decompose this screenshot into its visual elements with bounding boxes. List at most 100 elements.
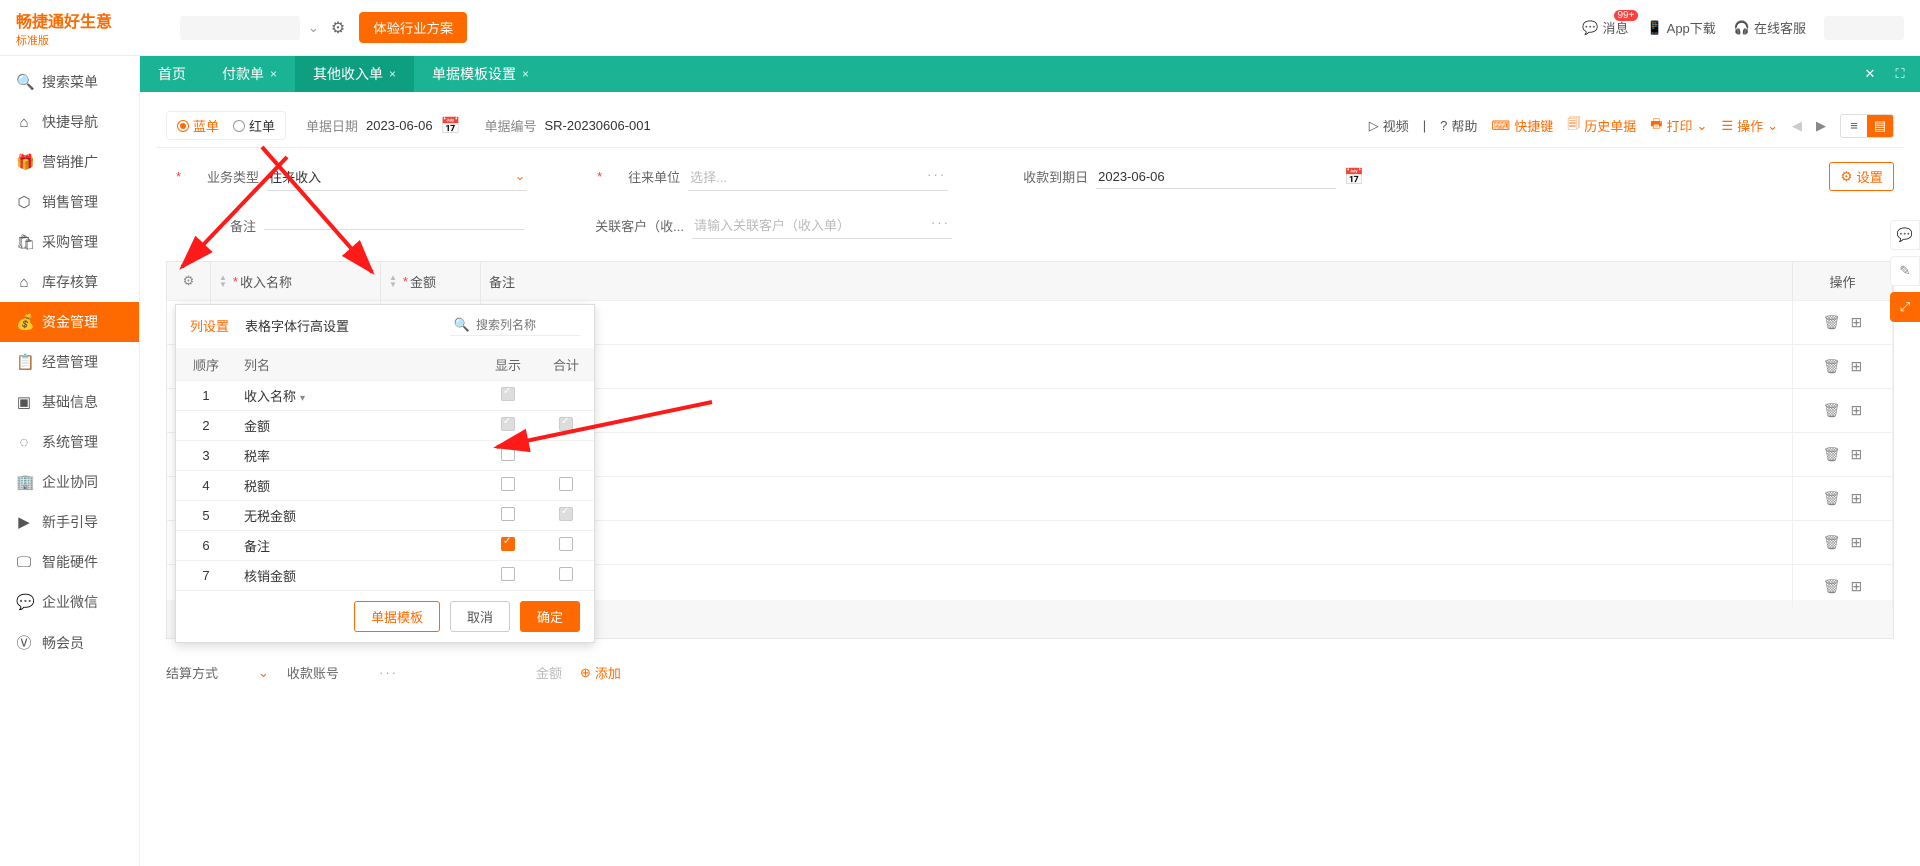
settings-button[interactable]: ⚙设置 [1829, 162, 1894, 191]
checkbox[interactable] [559, 567, 573, 581]
sidebar-label: 畅会员 [42, 633, 84, 653]
popup-tab-columns[interactable]: 列设置 [190, 316, 229, 335]
popup-template-button[interactable]: 单据模板 [354, 601, 440, 632]
close-icon[interactable]: × [389, 67, 396, 81]
history-link[interactable]: 🗐历史单据 [1567, 115, 1636, 137]
popup-search-input[interactable] [476, 318, 576, 332]
add-row-icon[interactable]: ⊞ [1851, 534, 1863, 551]
sidebar-item-10[interactable]: 🏢企业协同 [0, 462, 139, 502]
sidebar-item-12[interactable]: 🖵智能硬件 [0, 542, 139, 582]
chevron-down-icon[interactable]: ▾ [300, 393, 305, 404]
delete-icon[interactable]: 🗑 [1823, 358, 1841, 375]
print-link[interactable]: 🖶打印⌄ [1650, 115, 1707, 137]
phone-icon: 📱 [1646, 20, 1662, 36]
add-row-icon[interactable]: ⊞ [1851, 490, 1863, 507]
sidebar-item-7[interactable]: 📋经营管理 [0, 342, 139, 382]
checkbox[interactable] [501, 507, 515, 521]
ellipsis-icon[interactable]: ··· [931, 215, 950, 234]
col-income-name[interactable]: ▲▼*收入名称 [211, 262, 381, 300]
app-download-link[interactable]: 📱 App下载 [1646, 18, 1715, 37]
sidebar-item-8[interactable]: ▣基础信息 [0, 382, 139, 422]
add-row-icon[interactable]: ⊞ [1851, 578, 1863, 595]
close-icon[interactable]: × [270, 67, 277, 81]
company-name-placeholder[interactable] [180, 16, 300, 40]
sidebar-item-11[interactable]: ▶新手引导 [0, 502, 139, 542]
add-link[interactable]: ⊕添加 [580, 663, 621, 682]
popup-tab-font-row[interactable]: 表格字体行高设置 [245, 316, 349, 335]
col-remark[interactable]: 备注 [481, 262, 1793, 300]
related-customer-input[interactable]: 请输入关联客户（收入单）··· [692, 211, 952, 239]
doc-date-value[interactable]: 2023-06-06 [366, 118, 433, 133]
checkbox[interactable] [559, 477, 573, 491]
column-settings-gear[interactable]: ⚙ [167, 262, 211, 300]
messages-link[interactable]: 💬 消息 99+ [1582, 18, 1628, 37]
video-link[interactable]: ▷视频 [1369, 116, 1409, 135]
ellipsis-icon[interactable]: ··· [927, 167, 946, 186]
popup-row: 4税额 [176, 470, 594, 500]
sidebar-icon: 💰 [16, 313, 32, 331]
shortcut-link[interactable]: ⌨快捷键 [1491, 116, 1553, 135]
popup-ok-button[interactable]: 确定 [520, 601, 580, 632]
tab-1[interactable]: 付款单× [204, 56, 295, 92]
operate-link[interactable]: ☰操作⌄ [1721, 116, 1778, 135]
sidebar-item-3[interactable]: ⬡销售管理 [0, 182, 139, 222]
float-edit-icon[interactable]: ✎ [1890, 256, 1920, 286]
sidebar-label: 基础信息 [42, 392, 98, 412]
view-card-icon[interactable]: ▤ [1867, 115, 1893, 137]
add-row-icon[interactable]: ⊞ [1851, 402, 1863, 419]
checkbox[interactable] [501, 537, 515, 551]
delete-icon[interactable]: 🗑 [1823, 578, 1841, 595]
sidebar-item-0[interactable]: 🔍搜索菜单 [0, 62, 139, 102]
sidebar-item-13[interactable]: 💬企业微信 [0, 582, 139, 622]
checkbox[interactable] [501, 477, 515, 491]
col-amount[interactable]: ▲▼*金额 [381, 262, 481, 300]
tab-0[interactable]: 首页 [140, 56, 204, 92]
tab-2[interactable]: 其他收入单× [295, 56, 414, 92]
chevron-down-icon[interactable]: ⌄ [308, 20, 319, 36]
delete-icon[interactable]: 🗑 [1823, 402, 1841, 419]
checkbox[interactable] [501, 567, 515, 581]
sidebar-item-6[interactable]: 💰资金管理 [0, 302, 139, 342]
sidebar-item-2[interactable]: 🎁营销推广 [0, 142, 139, 182]
blue-slip-radio[interactable]: 蓝单 [177, 116, 219, 135]
due-date-input[interactable]: 2023-06-06 [1096, 165, 1336, 189]
try-industry-button[interactable]: 体验行业方案 [359, 12, 467, 43]
delete-icon[interactable]: 🗑 [1823, 314, 1841, 331]
float-expand-icon[interactable]: ⤢ [1890, 292, 1920, 322]
sidebar-item-9[interactable]: ◌系统管理 [0, 422, 139, 462]
help-link[interactable]: ?帮助 [1440, 116, 1477, 135]
float-chat-icon[interactable]: 💬 [1890, 220, 1920, 250]
delete-icon[interactable]: 🗑 [1823, 490, 1841, 507]
sidebar-item-4[interactable]: 🛍采购管理 [0, 222, 139, 262]
biz-type-input[interactable]: 往来收入⌄ [267, 163, 527, 191]
tab-close-icon[interactable]: ✕ [1858, 62, 1882, 86]
sidebar-icon: 🛍 [16, 233, 32, 251]
arrow-left-icon[interactable]: ◀ [1792, 118, 1802, 134]
add-row-icon[interactable]: ⊞ [1851, 446, 1863, 463]
settle-method-dropdown[interactable]: 结算方式⌄ [166, 663, 269, 682]
calendar-icon[interactable]: 📅 [441, 116, 461, 136]
red-slip-radio[interactable]: 红单 [233, 116, 275, 135]
close-icon[interactable]: × [522, 67, 529, 81]
delete-icon[interactable]: 🗑 [1823, 446, 1841, 463]
add-row-icon[interactable]: ⊞ [1851, 358, 1863, 375]
online-service-link[interactable]: 🎧 在线客服 [1734, 18, 1806, 37]
tab-expand-icon[interactable]: ⛶ [1888, 62, 1912, 86]
unit-input[interactable]: 选择...··· [688, 163, 948, 191]
calendar-icon[interactable]: 📅 [1344, 167, 1364, 187]
sidebar-item-5[interactable]: ⌂库存核算 [0, 262, 139, 302]
checkbox[interactable] [501, 447, 515, 461]
sidebar-item-14[interactable]: Ⓥ畅会员 [0, 622, 139, 663]
sidebar-item-1[interactable]: ⌂快捷导航 [0, 102, 139, 142]
add-row-icon[interactable]: ⊞ [1851, 314, 1863, 331]
receive-account-field[interactable]: 收款账号··· [287, 663, 398, 682]
popup-cancel-button[interactable]: 取消 [450, 601, 510, 632]
user-block[interactable] [1824, 16, 1904, 40]
remark-input[interactable] [264, 221, 524, 230]
gear-icon[interactable]: ⚙ [331, 18, 345, 38]
delete-icon[interactable]: 🗑 [1823, 534, 1841, 551]
arrow-right-icon[interactable]: ▶ [1816, 118, 1826, 134]
tab-3[interactable]: 单据模板设置× [414, 56, 547, 92]
checkbox[interactable] [559, 537, 573, 551]
view-list-icon[interactable]: ≡ [1841, 115, 1867, 137]
